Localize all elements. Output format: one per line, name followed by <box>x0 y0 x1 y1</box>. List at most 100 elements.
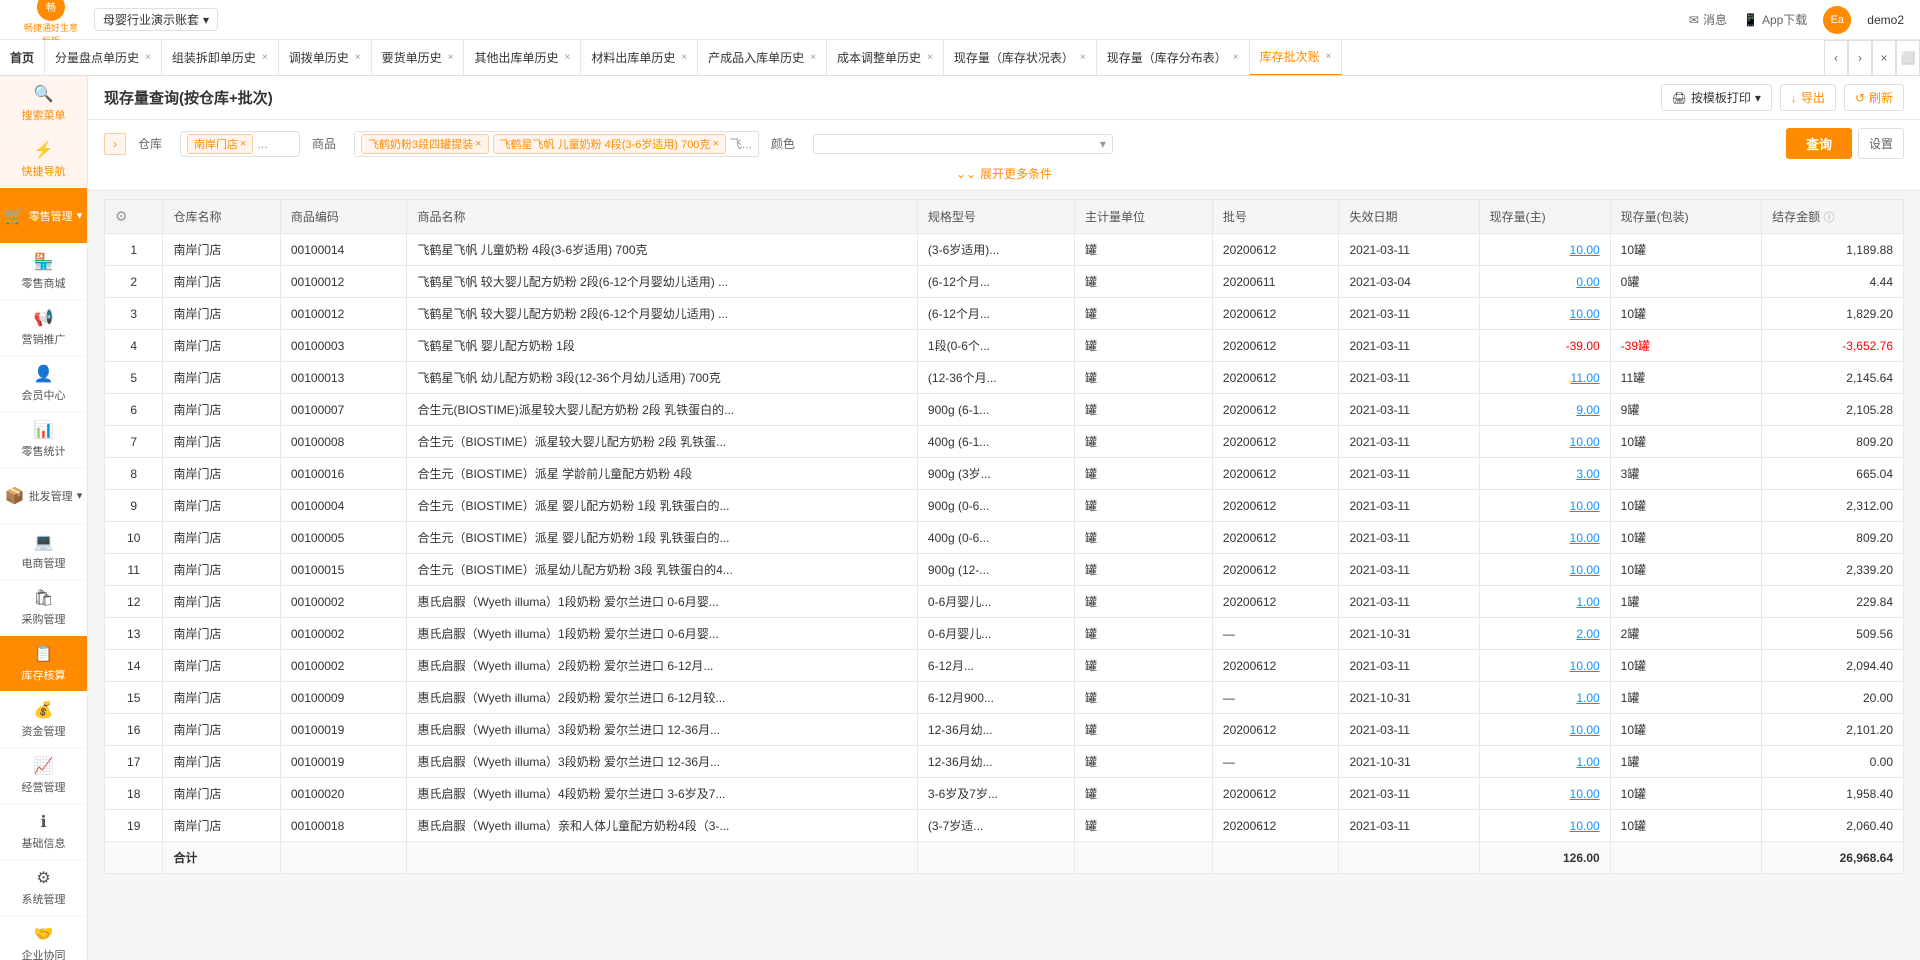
sidebar-item-retail-stats[interactable]: 📊 零售统计 <box>0 412 87 468</box>
row-qty-main[interactable]: 9.00 <box>1479 394 1610 426</box>
sidebar-item-operation[interactable]: 📈 经营管理 <box>0 748 87 804</box>
table-footer-row: 合计 126.00 26,968.64 <box>105 842 1904 874</box>
row-qty-main[interactable]: 10.00 <box>1479 810 1610 842</box>
close-tab-product-in[interactable]: × <box>810 52 816 63</box>
row-amount: 2,145.64 <box>1762 362 1904 394</box>
warehouse-filter-input[interactable]: 南岸门店 × ... <box>180 131 300 157</box>
row-qty-main[interactable]: 10.00 <box>1479 714 1610 746</box>
tab-product-in[interactable]: 产成品入库单历史 × <box>698 40 827 76</box>
message-btn[interactable]: ✉ 消息 <box>1689 11 1727 28</box>
row-qty-main[interactable]: 1.00 <box>1479 746 1610 778</box>
sidebar-item-collaboration[interactable]: 🤝 企业协同 <box>0 916 87 960</box>
sidebar-item-marketing[interactable]: 📢 营销推广 <box>0 300 87 356</box>
goods-filter-label: 商品 <box>312 135 342 152</box>
sidebar-item-inventory[interactable]: 📋 库存核算 <box>0 636 87 692</box>
sidebar-item-finance[interactable]: 💰 资金管理 <box>0 692 87 748</box>
refresh-btn[interactable]: ↺ 刷新 <box>1844 84 1904 111</box>
sidebar-item-retail[interactable]: 🛒 零售管理 ▾ <box>0 188 87 244</box>
tab-stock-status[interactable]: 现存量（库存状况表） × <box>944 40 1097 76</box>
color-filter-input[interactable]: ▾ <box>813 134 1113 154</box>
row-qty-main[interactable]: 10.00 <box>1479 234 1610 266</box>
warehouse-dots[interactable]: ... <box>257 137 267 151</box>
query-btn[interactable]: 查询 <box>1786 128 1852 159</box>
row-qty-main[interactable]: 1.00 <box>1479 682 1610 714</box>
row-qty-main[interactable]: 10.00 <box>1479 522 1610 554</box>
tab-home[interactable]: 首页 <box>0 40 45 76</box>
goods-dots[interactable]: 飞... <box>730 135 752 152</box>
goods-tag-1-remove[interactable]: × <box>475 138 481 150</box>
row-warehouse: 南岸门店 <box>163 426 280 458</box>
sidebar-item-purchase[interactable]: 🛍 采购管理 <box>0 580 87 636</box>
row-qty-main[interactable]: 10.00 <box>1479 778 1610 810</box>
tab-assemble[interactable]: 组装拆卸单历史 × <box>162 40 279 76</box>
row-warehouse: 南岸门店 <box>163 682 280 714</box>
row-qty-main[interactable]: 1.00 <box>1479 586 1610 618</box>
finance-icon: 💰 <box>34 700 54 720</box>
sidebar-item-basic[interactable]: ℹ 基础信息 <box>0 804 87 860</box>
close-tab-stock-status[interactable]: × <box>1080 52 1086 63</box>
row-qty-main[interactable]: 0.00 <box>1479 266 1610 298</box>
close-tab-stock-dist[interactable]: × <box>1233 52 1239 63</box>
row-qty-main[interactable]: -39.00 <box>1479 330 1610 362</box>
tab-stock-batch[interactable]: 库存批次账 × <box>1250 40 1343 76</box>
basic-icon: ℹ <box>40 812 46 832</box>
row-qty-main[interactable]: 2.00 <box>1479 618 1610 650</box>
table-settings-icon[interactable]: ⚙ <box>115 208 128 224</box>
export-btn[interactable]: ↓ 导出 <box>1780 84 1836 111</box>
tab-next[interactable]: › <box>1848 40 1872 76</box>
settings-btn[interactable]: 设置 <box>1858 128 1904 159</box>
row-qty-main[interactable]: 10.00 <box>1479 426 1610 458</box>
sidebar-item-wholesale[interactable]: 📦 批发管理 ▾ <box>0 468 87 524</box>
user-avatar[interactable]: Ea <box>1823 6 1851 34</box>
row-qty-main[interactable]: 10.00 <box>1479 650 1610 682</box>
close-tab-other-out[interactable]: × <box>564 52 570 63</box>
sidebar-item-mall[interactable]: 🏪 零售商城 <box>0 244 87 300</box>
row-qty-main[interactable]: 10.00 <box>1479 298 1610 330</box>
tab-transfer[interactable]: 调拨单历史 × <box>279 40 372 76</box>
tab-prev[interactable]: ‹ <box>1824 40 1848 76</box>
tab-cost-adjust[interactable]: 成本调整单历史 × <box>827 40 944 76</box>
sidebar-item-system[interactable]: ⚙ 系统管理 <box>0 860 87 916</box>
row-expire: 2021-03-11 <box>1339 554 1479 586</box>
row-qty-main[interactable]: 11.00 <box>1479 362 1610 394</box>
tab-fullscreen[interactable]: ⬜ <box>1896 40 1920 76</box>
system-icon: ⚙ <box>36 868 50 888</box>
close-tab-assemble[interactable]: × <box>262 52 268 63</box>
table-row: 16 南岸门店 00100019 惠氏启腵（Wyeth illuma）3段奶粉 … <box>105 714 1904 746</box>
row-unit: 罐 <box>1075 458 1213 490</box>
close-tab-stock-batch[interactable]: × <box>1326 51 1332 62</box>
filter-expand-arrow[interactable]: › <box>104 133 126 155</box>
row-expire: 2021-03-11 <box>1339 714 1479 746</box>
tab-stock-dist[interactable]: 现存量（库存分布表） × <box>1097 40 1250 76</box>
tab-close-all[interactable]: × <box>1872 40 1896 76</box>
warehouse-selector[interactable]: 母婴行业演示账套 ▾ <box>94 8 218 31</box>
template-print-btn[interactable]: 🖨 按模板打印 ▾ <box>1661 84 1772 111</box>
row-name: 惠氏启腵（Wyeth illuma）1段奶粉 爱尔兰进口 0-6月婴... <box>407 618 917 650</box>
sidebar-item-search[interactable]: 🔍 搜索菜单 <box>0 76 87 132</box>
row-qty-main[interactable]: 10.00 <box>1479 490 1610 522</box>
close-tab-material-out[interactable]: × <box>681 52 687 63</box>
tab-requisition[interactable]: 要货单历史 × <box>372 40 465 76</box>
row-qty-main[interactable]: 3.00 <box>1479 458 1610 490</box>
close-tab-transfer[interactable]: × <box>355 52 361 63</box>
expand-conditions[interactable]: ⌄⌄ 展开更多条件 <box>104 165 1904 182</box>
row-name: 惠氏启腵（Wyeth illuma）4段奶粉 爱尔兰进口 3-6岁及7... <box>407 778 917 810</box>
tab-other-out[interactable]: 其他出库单历史 × <box>464 40 581 76</box>
row-name: 合生元（BIOSTIME）派星较大婴儿配方奶粉 2段 乳铁蛋... <box>407 426 917 458</box>
row-unit: 罐 <box>1075 778 1213 810</box>
goods-filter-input[interactable]: 飞鹤奶粉3段四罐提装 × 飞鹤星飞帆 儿童奶粉 4段(3-6岁适用) 700克 … <box>354 131 759 157</box>
sidebar-item-quick[interactable]: ⚡ 快捷导航 <box>0 132 87 188</box>
warehouse-tag-remove[interactable]: × <box>240 138 246 150</box>
close-tab-requisition[interactable]: × <box>448 52 454 63</box>
close-tab-inventory-count[interactable]: × <box>145 52 151 63</box>
sidebar-item-ecommerce[interactable]: 💻 电商管理 <box>0 524 87 580</box>
row-qty-main[interactable]: 10.00 <box>1479 554 1610 586</box>
app-download-btn[interactable]: 📱 App下载 <box>1743 11 1807 28</box>
close-tab-cost-adjust[interactable]: × <box>927 52 933 63</box>
row-amount: 2,060.40 <box>1762 810 1904 842</box>
row-unit: 罐 <box>1075 682 1213 714</box>
sidebar-item-member[interactable]: 👤 会员中心 <box>0 356 87 412</box>
goods-tag-2-remove[interactable]: × <box>712 138 718 150</box>
tab-inventory-count[interactable]: 分量盘点单历史 × <box>45 40 162 76</box>
tab-material-out[interactable]: 材料出库单历史 × <box>581 40 698 76</box>
